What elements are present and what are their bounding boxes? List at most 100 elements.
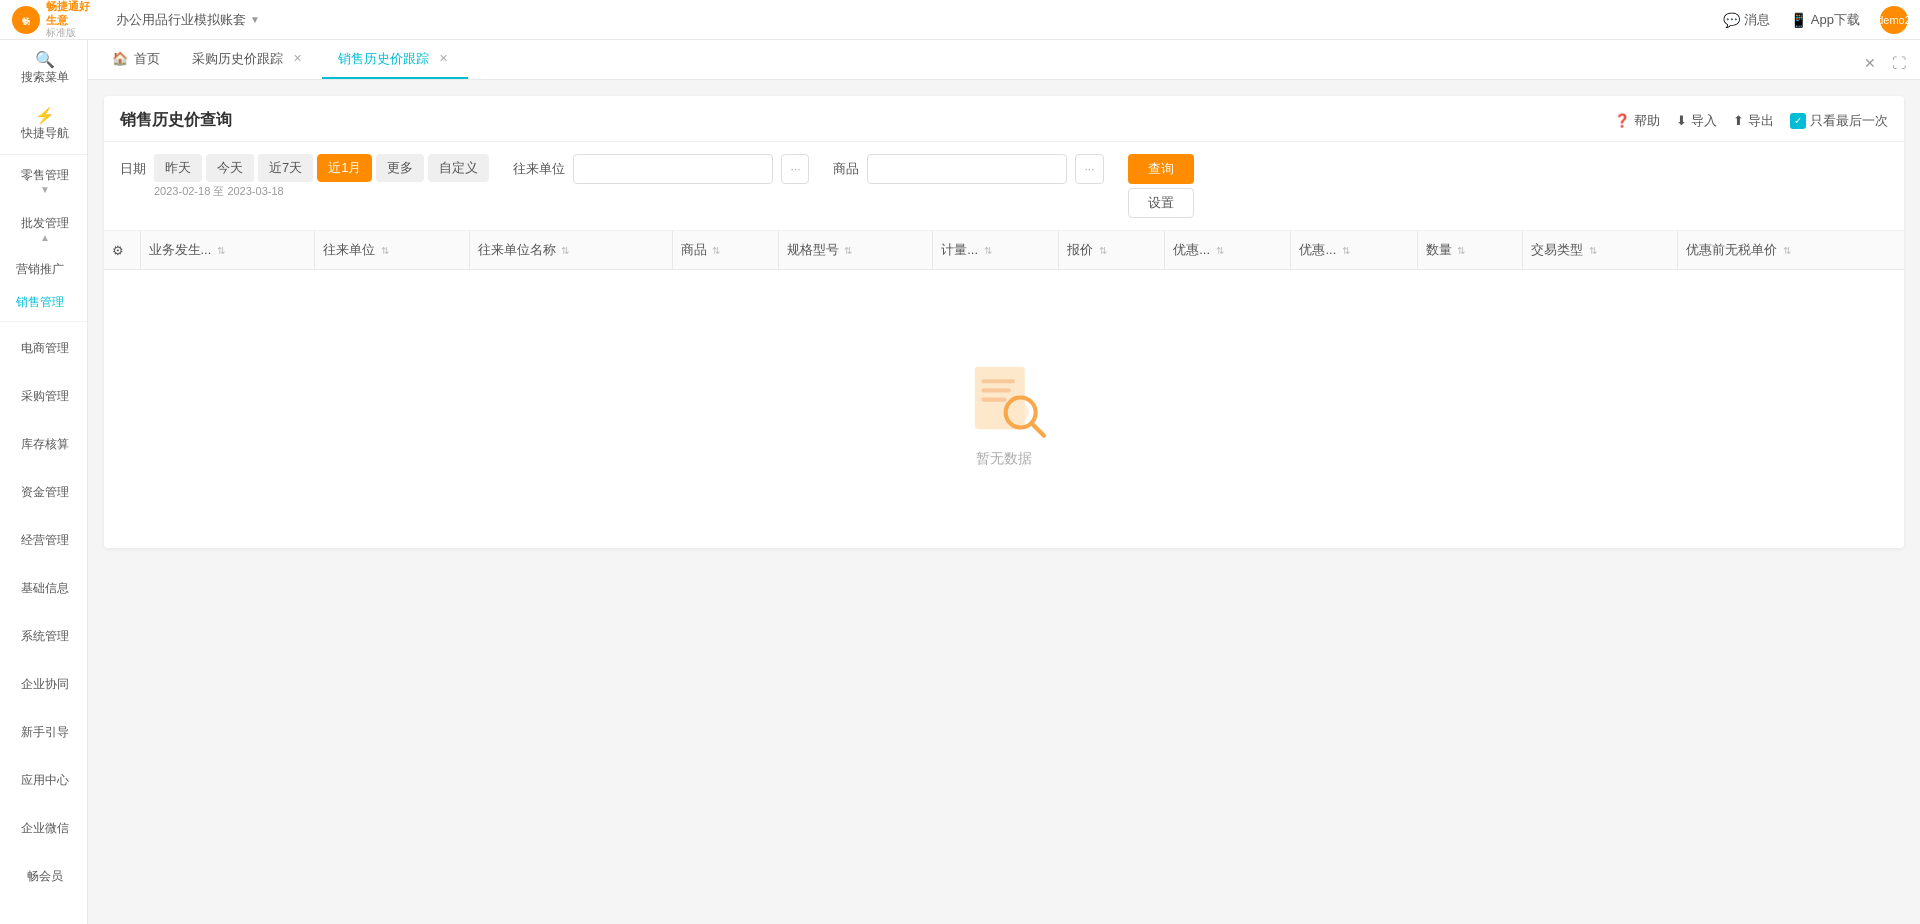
- goods-input[interactable]: [867, 154, 1067, 184]
- th-biz-date[interactable]: 业务发生... ⇅: [140, 231, 315, 270]
- date-options: 昨天 今天 近7天 近1月 更多 自定义: [154, 154, 489, 182]
- download-icon: 📱: [1790, 12, 1807, 28]
- help-button[interactable]: ❓ 帮助: [1614, 112, 1660, 130]
- sort-arrows-partner-name: ⇅: [561, 245, 569, 256]
- tab-bar: 🏠 首页 采购历史价跟踪 ✕ 销售历史价跟踪 ✕ ✕ ⛶: [88, 40, 1920, 80]
- sort-arrows-discount2: ⇅: [1342, 245, 1350, 256]
- sidebar-item-system[interactable]: 系统管理: [0, 612, 87, 660]
- help-icon: ❓: [1614, 113, 1630, 128]
- th-unit[interactable]: 计量... ⇅: [933, 231, 1059, 270]
- sidebar-item-ops[interactable]: 经营管理: [0, 516, 87, 564]
- chevron-down-icon: ▼: [250, 14, 260, 25]
- nav-icon: ⚡: [35, 106, 55, 125]
- settings-button[interactable]: 设置: [1128, 188, 1194, 218]
- user-action[interactable]: demo2: [1880, 6, 1908, 34]
- sidebar-item-inventory[interactable]: 库存核算: [0, 420, 87, 468]
- goods-ellipsis-btn[interactable]: ···: [1075, 154, 1103, 184]
- sort-arrows-trade: ⇅: [1589, 245, 1597, 256]
- sidebar-item-retail-mgmt[interactable]: 零售管理 ▼: [0, 157, 87, 205]
- sort-arrows-biz-date: ⇅: [217, 245, 225, 256]
- import-button[interactable]: ⬇ 导入: [1676, 112, 1717, 130]
- svg-point-8: [1012, 404, 1029, 421]
- sidebar-item-sales-mgmt[interactable]: 销售管理: [0, 286, 87, 319]
- sidebar-item-search-menu[interactable]: 🔍 搜索菜单: [0, 40, 87, 96]
- sidebar-item-finance[interactable]: 资金管理: [0, 468, 87, 516]
- sort-arrows-spec: ⇅: [844, 245, 852, 256]
- main-layout: 🔍 搜索菜单 ⚡ 快捷导航 零售管理 ▼ 批发管理 ▲ 营销推广 销售管理 电商…: [0, 40, 1920, 924]
- goods-label: 商品: [833, 154, 859, 178]
- message-icon: 💬: [1723, 12, 1740, 28]
- th-pretax-price[interactable]: 优惠前无税单价 ⇅: [1677, 231, 1904, 270]
- date-last1m[interactable]: 近1月: [317, 154, 372, 182]
- empty-illustration: [954, 350, 1054, 450]
- query-actions: 查询 设置: [1128, 154, 1194, 218]
- tab-home[interactable]: 🏠 首页: [96, 40, 176, 79]
- sort-arrows-price: ⇅: [1099, 245, 1107, 256]
- th-quantity[interactable]: 数量 ⇅: [1417, 231, 1523, 270]
- settings-gear-icon[interactable]: ⚙: [112, 243, 124, 258]
- sidebar: 🔍 搜索菜单 ⚡ 快捷导航 零售管理 ▼ 批发管理 ▲ 营销推广 销售管理 电商…: [0, 40, 88, 924]
- expand-icon: ▼: [40, 184, 50, 195]
- sort-arrows-pretax: ⇅: [1783, 245, 1791, 256]
- sort-arrows-qty: ⇅: [1457, 245, 1465, 256]
- divider-2: [0, 321, 87, 322]
- empty-state: 暂无数据: [104, 270, 1904, 548]
- th-partner-code[interactable]: 往来单位 ⇅: [315, 231, 469, 270]
- page-content: 销售历史价查询 ❓ 帮助 ⬇ 导入 ⬆ 导出: [88, 80, 1920, 924]
- table-area: ⚙ 业务发生... ⇅ 往来单位 ⇅: [104, 231, 1904, 548]
- sidebar-item-app-center[interactable]: 应用中心: [0, 756, 87, 804]
- date-yesterday[interactable]: 昨天: [154, 154, 202, 182]
- sidebar-item-enterprise-collab[interactable]: 企业协同: [0, 660, 87, 708]
- app-selector[interactable]: 办公用品行业模拟账套 ▼: [108, 7, 268, 33]
- only-last-toggle[interactable]: ✓ 只看最后一次: [1790, 112, 1888, 130]
- partner-filter-group: 往来单位 ···: [513, 154, 809, 184]
- th-discount1[interactable]: 优惠... ⇅: [1165, 231, 1291, 270]
- th-settings: ⚙: [104, 231, 140, 270]
- partner-ellipsis-btn[interactable]: ···: [781, 154, 809, 184]
- partner-input[interactable]: [573, 154, 773, 184]
- th-quoted-price[interactable]: 报价 ⇅: [1059, 231, 1165, 270]
- page-title: 销售历史价查询: [120, 110, 232, 131]
- svg-rect-5: [982, 398, 1007, 402]
- sidebar-item-marketing[interactable]: 营销推广: [0, 253, 87, 286]
- svg-rect-4: [982, 388, 1011, 392]
- th-trade-type[interactable]: 交易类型 ⇅: [1523, 231, 1677, 270]
- query-button[interactable]: 查询: [1128, 154, 1194, 184]
- date-custom[interactable]: 自定义: [428, 154, 489, 182]
- tab-purchase-history[interactable]: 采购历史价跟踪 ✕: [176, 40, 322, 79]
- expand-icon-2: ▲: [40, 232, 50, 243]
- app-download-action[interactable]: 📱 App下载: [1790, 11, 1860, 29]
- date-today[interactable]: 今天: [206, 154, 254, 182]
- th-spec[interactable]: 规格型号 ⇅: [778, 231, 932, 270]
- tab-close-all-icon[interactable]: ✕: [1858, 51, 1882, 75]
- sort-arrows-discount1: ⇅: [1216, 245, 1224, 256]
- th-goods[interactable]: 商品 ⇅: [672, 231, 778, 270]
- sidebar-item-wholesale-mgmt[interactable]: 批发管理 ▲: [0, 205, 87, 253]
- export-button[interactable]: ⬆ 导出: [1733, 112, 1774, 130]
- logo-area: 畅 畅捷通好生意 标准版: [12, 0, 100, 38]
- import-icon: ⬇: [1676, 113, 1687, 128]
- search-icon: 🔍: [35, 50, 55, 69]
- sidebar-item-enterprise-wechat[interactable]: 企业微信: [0, 804, 87, 852]
- date-last7[interactable]: 近7天: [258, 154, 313, 182]
- message-action[interactable]: 💬 消息: [1723, 11, 1770, 29]
- sidebar-item-new-guide[interactable]: 新手引导: [0, 708, 87, 756]
- table-header-row: ⚙ 业务发生... ⇅ 往来单位 ⇅: [104, 231, 1904, 270]
- tab-close-purchase[interactable]: ✕: [289, 50, 306, 67]
- th-discount2[interactable]: 优惠... ⇅: [1291, 231, 1417, 270]
- date-more[interactable]: 更多: [376, 154, 424, 182]
- sidebar-item-basic-info[interactable]: 基础信息: [0, 564, 87, 612]
- tab-fullscreen-icon[interactable]: ⛶: [1886, 51, 1912, 75]
- goods-filter-group: 商品 ···: [833, 154, 1103, 184]
- sidebar-item-member[interactable]: 畅会员: [0, 852, 87, 900]
- svg-line-7: [1032, 423, 1045, 436]
- tab-sales-history[interactable]: 销售历史价跟踪 ✕: [322, 40, 468, 79]
- logo-text: 畅捷通好生意 标准版: [46, 0, 100, 38]
- tab-close-sales[interactable]: ✕: [435, 50, 452, 67]
- app-selector-label: 办公用品行业模拟账套: [116, 11, 246, 29]
- page-card: 销售历史价查询 ❓ 帮助 ⬇ 导入 ⬆ 导出: [104, 96, 1904, 548]
- sidebar-item-ecommerce[interactable]: 电商管理: [0, 324, 87, 372]
- th-partner-name[interactable]: 往来单位名称 ⇅: [469, 231, 672, 270]
- sidebar-item-quick-nav[interactable]: ⚡ 快捷导航: [0, 96, 87, 152]
- sidebar-item-purchase[interactable]: 采购管理: [0, 372, 87, 420]
